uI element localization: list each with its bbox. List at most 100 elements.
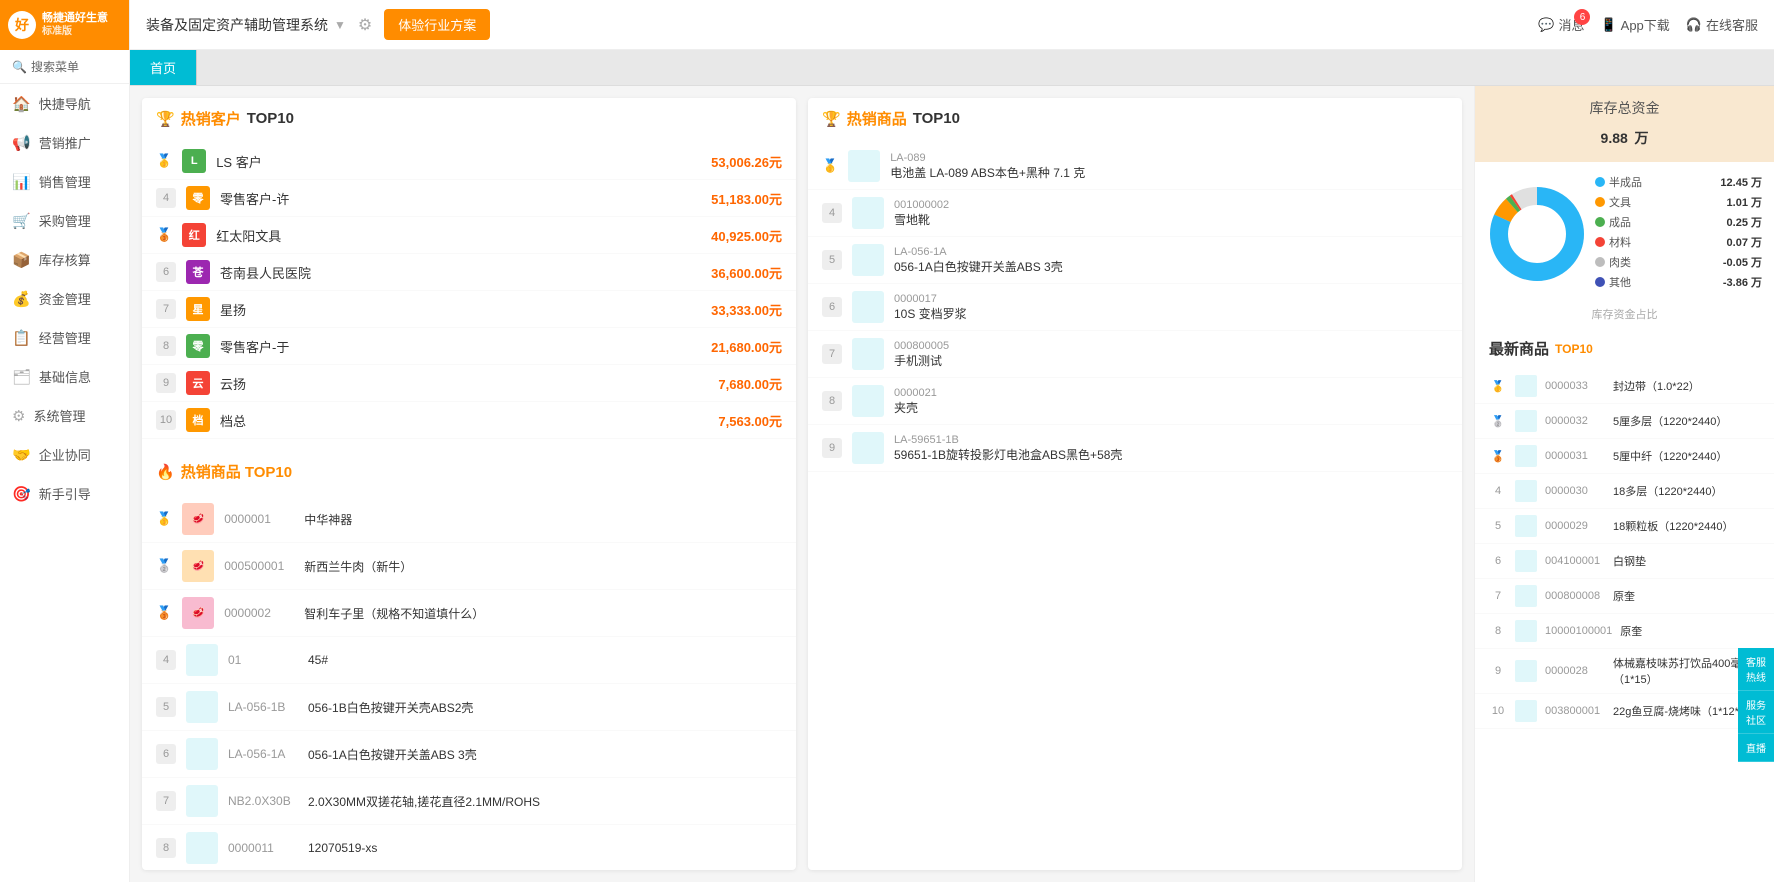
rank-num: 7	[156, 299, 176, 319]
customer-rank-item: 9 云 云扬 7,680.00元	[142, 365, 796, 402]
np-thumb	[1515, 585, 1537, 607]
legend-item: 文具 1.01 万	[1595, 194, 1762, 210]
sale-product-item: 8 0000021 夹壳	[808, 378, 1462, 425]
product-thumb	[186, 785, 218, 817]
guide-icon: 🎯	[12, 485, 31, 503]
app-download-item[interactable]: 📱 App下载	[1600, 15, 1669, 34]
marketing-icon: 📢	[12, 134, 31, 152]
fire-icon: 🔥	[156, 463, 175, 481]
product-thumb: 🥩	[182, 597, 214, 629]
rank-num: 9	[822, 438, 842, 458]
customer-rank-item: 🥉 红 红太阳文具 40,925.00元	[142, 217, 796, 254]
sidebar: 好 畅捷通好生意 标准版 🔍 搜索菜单 🏠 快捷导航 📢 营销推广 📊 销售管理…	[0, 0, 130, 882]
float-btn-live[interactable]: 直播	[1738, 734, 1774, 762]
np-thumb	[1515, 700, 1537, 722]
legend-item: 其他 -3.86 万	[1595, 274, 1762, 290]
sale-product-item: 9 LA-59651-1B 59651-1B旋转投影灯电池盒ABS黑色+58壳	[808, 425, 1462, 472]
customer-top10-title: 🏆 热销客户 TOP10	[142, 98, 796, 139]
basicinfo-icon: 🗂	[12, 368, 31, 386]
customer-rank-item: 4 零 零售客户-许 51,183.00元	[142, 180, 796, 217]
customer-rank-item: 8 零 零售客户-于 21,680.00元	[142, 328, 796, 365]
topbar-title: 装备及固定资产辅助管理系统 ▼	[146, 15, 346, 35]
float-btn-community[interactable]: 服务社区	[1738, 691, 1774, 734]
rank-num: 9	[156, 373, 176, 393]
product-item: 8 0000011 12070519-xs	[142, 825, 796, 870]
new-product-item: 8 10000100001 原奎	[1475, 614, 1774, 649]
customer-avatar: 红	[182, 223, 206, 247]
product-thumb	[852, 338, 884, 370]
rank-num: 5	[822, 250, 842, 270]
home-icon: 🏠	[12, 95, 31, 113]
product-thumb	[852, 385, 884, 417]
sidebar-item-purchase[interactable]: 🛒 采购管理	[0, 201, 129, 240]
new-product-item: 7 000800008 原奎	[1475, 579, 1774, 614]
legend-item: 半成品 12.45 万	[1595, 174, 1762, 190]
sales-icon: 📊	[12, 173, 31, 191]
product-item: 🥈 🥩 000500001 新西兰牛肉（新牛）	[142, 543, 796, 590]
product-thumb	[186, 644, 218, 676]
tabbar: 首页	[130, 50, 1774, 86]
rank-num: 4	[156, 188, 176, 208]
np-thumb	[1515, 550, 1537, 572]
new-products-title: 最新商品 TOP10	[1475, 328, 1774, 369]
main-area: 装备及固定资产辅助管理系统 ▼ ⚙ 体验行业方案 💬 消息 6 📱 App下载 …	[130, 0, 1774, 882]
sidebar-item-quicknav[interactable]: 🏠 快捷导航	[0, 84, 129, 123]
product-thumb	[186, 832, 218, 864]
medal-icon: 🥇	[822, 158, 838, 174]
new-product-item: 🥈 0000032 5厘多层（1220*2440）	[1475, 404, 1774, 439]
sidebar-item-system[interactable]: ⚙ 系统管理	[0, 396, 129, 435]
logo-text: 畅捷通好生意 标准版	[42, 12, 108, 37]
online-service-item[interactable]: 🎧 在线客服	[1686, 15, 1758, 34]
hot-products-list: 🥇 🥩 0000001 中华神器 🥈 🥩 000500001 新西兰牛肉（新牛）	[142, 492, 796, 870]
product-thumb	[186, 738, 218, 770]
new-product-item: 🥉 0000031 5厘中纤（1220*2440）	[1475, 439, 1774, 474]
product-thumb	[852, 432, 884, 464]
tab-home[interactable]: 首页	[130, 50, 197, 85]
product-item: 🥉 🥩 0000002 智利车子里（规格不知道填什么）	[142, 590, 796, 637]
customer-top10-card: 🏆 热销客户 TOP10 🥇 L LS 客户 53,006.26元	[142, 98, 796, 870]
legend-item: 成品 0.25 万	[1595, 214, 1762, 230]
inventory-caption: 库存资金占比	[1475, 306, 1774, 328]
system-icon: ⚙	[12, 407, 25, 425]
topbar: 装备及固定资产辅助管理系统 ▼ ⚙ 体验行业方案 💬 消息 6 📱 App下载 …	[130, 0, 1774, 50]
trial-button[interactable]: 体验行业方案	[384, 9, 490, 40]
sidebar-item-finance[interactable]: 💰 资金管理	[0, 279, 129, 318]
sidebar-item-marketing[interactable]: 📢 营销推广	[0, 123, 129, 162]
legend-item: 肉类 -0.05 万	[1595, 254, 1762, 270]
customer-avatar: 星	[186, 297, 210, 321]
medal-icon: 🥇	[156, 511, 172, 527]
np-thumb	[1515, 480, 1537, 502]
product-item: 7 NB2.0X30B 2.0X30MM双搓花轴,搓花直径2.1MM/ROHS	[142, 778, 796, 825]
sidebar-item-collab[interactable]: 🤝 企业协同	[0, 435, 129, 474]
legend-dot	[1595, 217, 1605, 227]
customer-avatar: 苍	[186, 260, 210, 284]
logo-icon: 好	[8, 11, 36, 39]
float-btn-service[interactable]: 客服热线	[1738, 648, 1774, 691]
topbar-right: 💬 消息 6 📱 App下载 🎧 在线客服	[1538, 15, 1758, 34]
settings-icon[interactable]: ⚙	[358, 15, 372, 35]
new-product-item: 6 004100001 白钢垫	[1475, 544, 1774, 579]
collab-icon: 🤝	[12, 446, 31, 464]
sidebar-item-operations[interactable]: 📋 经营管理	[0, 318, 129, 357]
trophy-icon: 🏆	[822, 110, 841, 128]
medal-icon: 🥇	[156, 153, 172, 169]
product-thumb: 🥩	[182, 503, 214, 535]
hot-products-title: 🔥 热销商品 TOP10	[142, 451, 796, 492]
legend-item: 材料 0.07 万	[1595, 234, 1762, 250]
medal-icon: 🥉	[156, 227, 172, 243]
sidebar-item-sales[interactable]: 📊 销售管理	[0, 162, 129, 201]
right-panel: 库存总资金 9.88 万	[1474, 86, 1774, 882]
np-thumb	[1515, 660, 1537, 682]
float-buttons: 客服热线 服务社区 直播	[1738, 648, 1774, 762]
sidebar-item-basicinfo[interactable]: 🗂 基础信息	[0, 357, 129, 396]
content-area: 🏆 热销客户 TOP10 🥇 L LS 客户 53,006.26元	[130, 86, 1774, 882]
notifications-item[interactable]: 💬 消息 6	[1538, 15, 1584, 34]
sidebar-item-guide[interactable]: 🎯 新手引导	[0, 474, 129, 513]
customer-avatar: 云	[186, 371, 210, 395]
product-item: 4 01 45#	[142, 637, 796, 684]
sidebar-item-inventory[interactable]: 📦 库存核算	[0, 240, 129, 279]
search-menu[interactable]: 🔍 搜索菜单	[0, 50, 129, 84]
rank-num: 6	[822, 297, 842, 317]
product-thumb: 🥩	[182, 550, 214, 582]
inventory-legend: 半成品 12.45 万 文具 1.01 万 成品 0.25 万	[1595, 174, 1762, 294]
